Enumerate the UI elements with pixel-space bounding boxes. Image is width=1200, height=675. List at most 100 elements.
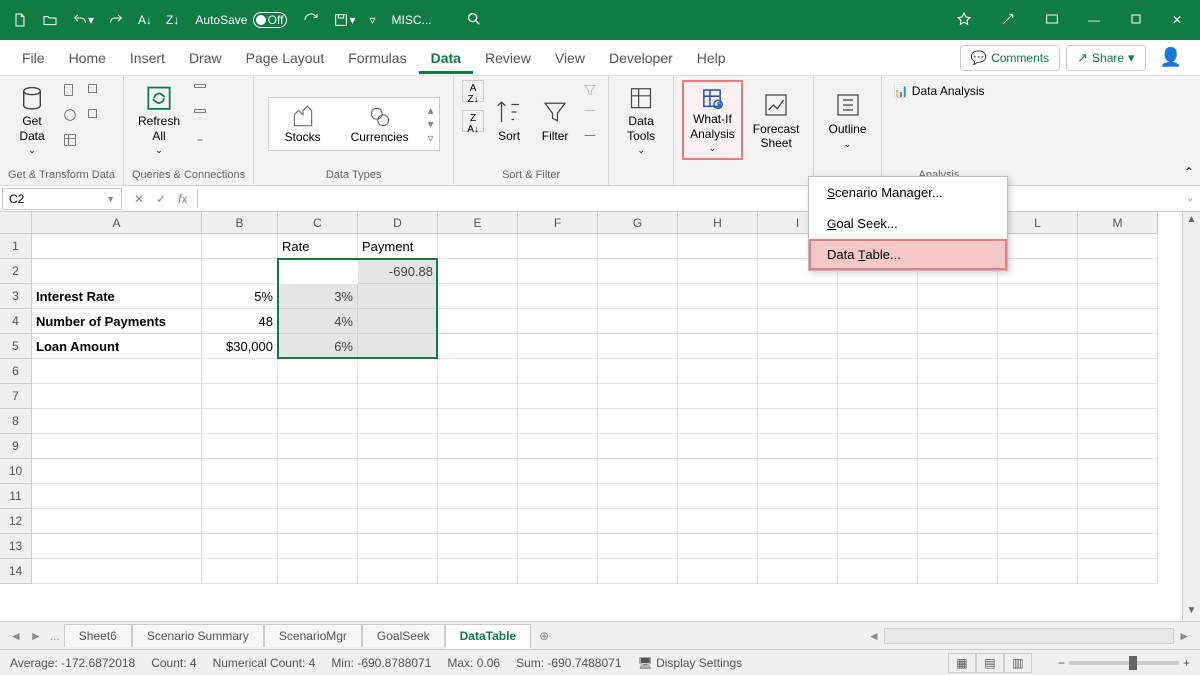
redo-icon[interactable]: [102, 8, 130, 32]
cell-M8[interactable]: [1078, 409, 1158, 434]
cell-E8[interactable]: [438, 409, 518, 434]
cell-C10[interactable]: [278, 459, 358, 484]
cell-G13[interactable]: [598, 534, 678, 559]
add-sheet-button[interactable]: ⊕: [531, 625, 557, 647]
column-header[interactable]: E: [438, 212, 518, 234]
cell-H2[interactable]: [678, 259, 758, 284]
cell-K10[interactable]: [918, 459, 998, 484]
cell-D4[interactable]: [358, 309, 438, 334]
cell-L8[interactable]: [998, 409, 1078, 434]
cell-K14[interactable]: [918, 559, 998, 584]
cell-C5[interactable]: 6%: [278, 334, 358, 359]
row-header[interactable]: 7: [0, 384, 32, 409]
display-settings-button[interactable]: 🖥 Display Settings: [638, 656, 743, 670]
cell-E10[interactable]: [438, 459, 518, 484]
close-button[interactable]: ✕: [1160, 5, 1194, 35]
cell-E1[interactable]: [438, 234, 518, 259]
cell-J10[interactable]: [838, 459, 918, 484]
spreadsheet-grid[interactable]: ABCDEFGHIJKLM 1234567891011121314 RatePa…: [0, 212, 1200, 621]
cell-J7[interactable]: [838, 384, 918, 409]
cell-L1[interactable]: [998, 234, 1078, 259]
row-header[interactable]: 10: [0, 459, 32, 484]
data-analysis-button[interactable]: 📊 Data Analysis: [890, 80, 989, 102]
cell-B13[interactable]: [202, 534, 278, 559]
row-header[interactable]: 2: [0, 259, 32, 284]
page-break-view-button[interactable]: ▥: [1004, 653, 1032, 673]
tab-formulas[interactable]: Formulas: [336, 42, 418, 74]
cell-K11[interactable]: [918, 484, 998, 509]
cell-K9[interactable]: [918, 434, 998, 459]
data-tools-button[interactable]: Data Tools⌄: [617, 80, 665, 160]
cell-H8[interactable]: [678, 409, 758, 434]
cell-I10[interactable]: [758, 459, 838, 484]
tab-file[interactable]: File: [10, 42, 57, 74]
column-header[interactable]: G: [598, 212, 678, 234]
cell-A1[interactable]: [32, 234, 202, 259]
cell-G8[interactable]: [598, 409, 678, 434]
properties-icon[interactable]: [190, 105, 210, 128]
cell-K3[interactable]: [918, 284, 998, 309]
cell-F13[interactable]: [518, 534, 598, 559]
row-header[interactable]: 3: [0, 284, 32, 309]
cell-G14[interactable]: [598, 559, 678, 584]
cell-E6[interactable]: [438, 359, 518, 384]
hscroll-right[interactable]: ►: [1174, 627, 1194, 645]
cell-L14[interactable]: [998, 559, 1078, 584]
refresh-all-button[interactable]: Refresh All⌄: [132, 80, 186, 160]
cell-D10[interactable]: [358, 459, 438, 484]
recent-sources-icon[interactable]: [84, 80, 104, 103]
sort-za-icon[interactable]: ZA↓: [462, 110, 484, 132]
sort-az-icon[interactable]: AZ↓: [462, 80, 484, 102]
minimize-button[interactable]: —: [1076, 5, 1112, 35]
cell-I3[interactable]: [758, 284, 838, 309]
cancel-formula-icon[interactable]: ✕: [130, 190, 148, 208]
cell-K5[interactable]: [918, 334, 998, 359]
cell-L2[interactable]: [998, 259, 1078, 284]
cell-C6[interactable]: [278, 359, 358, 384]
from-table-icon[interactable]: [60, 130, 80, 153]
stocks-type[interactable]: Stocks: [271, 100, 335, 148]
cell-F9[interactable]: [518, 434, 598, 459]
cell-B5[interactable]: $30,000: [202, 334, 278, 359]
sheet-nav-prev[interactable]: ◄: [6, 627, 26, 645]
cell-G11[interactable]: [598, 484, 678, 509]
cell-E9[interactable]: [438, 434, 518, 459]
cell-D5[interactable]: [358, 334, 438, 359]
tab-view[interactable]: View: [543, 42, 597, 74]
row-header[interactable]: 11: [0, 484, 32, 509]
cell-A2[interactable]: [32, 259, 202, 284]
cell-M1[interactable]: [1078, 234, 1158, 259]
reapply-icon[interactable]: [580, 105, 600, 128]
cell-G2[interactable]: [598, 259, 678, 284]
maximize-button[interactable]: [1116, 3, 1156, 38]
cell-F3[interactable]: [518, 284, 598, 309]
cell-I6[interactable]: [758, 359, 838, 384]
cell-F12[interactable]: [518, 509, 598, 534]
row-header[interactable]: 13: [0, 534, 32, 559]
cell-C1[interactable]: Rate: [278, 234, 358, 259]
cell-F1[interactable]: [518, 234, 598, 259]
cell-C12[interactable]: [278, 509, 358, 534]
cell-F2[interactable]: [518, 259, 598, 284]
toggle-switch[interactable]: Off: [253, 12, 287, 28]
get-data-button[interactable]: Get Data⌄: [8, 80, 56, 160]
tab-developer[interactable]: Developer: [597, 42, 685, 74]
autosave-toggle[interactable]: AutoSave Off: [195, 12, 287, 28]
column-header[interactable]: F: [518, 212, 598, 234]
cell-H1[interactable]: [678, 234, 758, 259]
cell-M12[interactable]: [1078, 509, 1158, 534]
cell-G9[interactable]: [598, 434, 678, 459]
cell-J4[interactable]: [838, 309, 918, 334]
cell-H4[interactable]: [678, 309, 758, 334]
cell-A10[interactable]: [32, 459, 202, 484]
filter-button[interactable]: Filter: [534, 80, 576, 160]
cell-H14[interactable]: [678, 559, 758, 584]
column-header[interactable]: A: [32, 212, 202, 234]
cell-A4[interactable]: Number of Payments: [32, 309, 202, 334]
cell-J14[interactable]: [838, 559, 918, 584]
cell-B2[interactable]: [202, 259, 278, 284]
cell-C8[interactable]: [278, 409, 358, 434]
what-if-analysis-button[interactable]: What-If Analysis⌄: [682, 80, 743, 160]
column-header[interactable]: B: [202, 212, 278, 234]
cell-I12[interactable]: [758, 509, 838, 534]
